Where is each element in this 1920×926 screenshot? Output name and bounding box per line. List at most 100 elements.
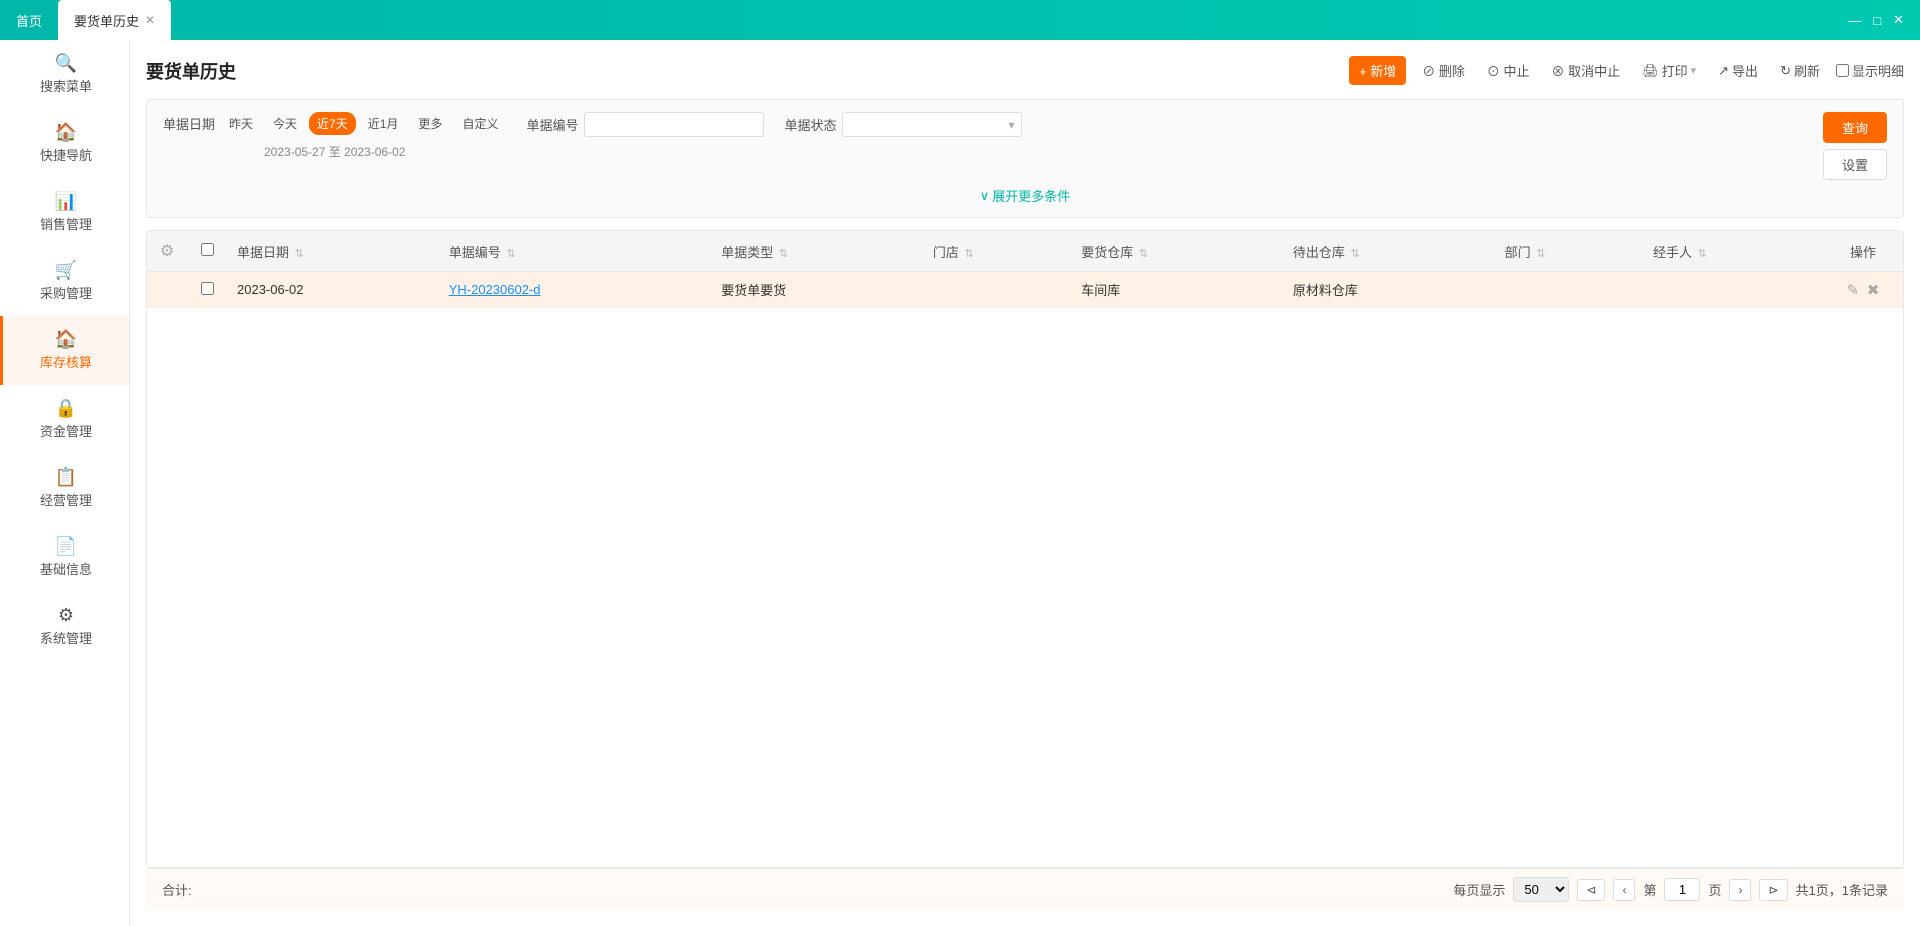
table-footer: 合计: 每页显示 50 20 100 ⊲ ‹ 第 页 › ⊳ 共1页，1条记录 [146,868,1904,910]
col-handler[interactable]: 经手人 ⇅ [1643,231,1823,272]
next-page-btn[interactable]: › [1729,879,1751,901]
sort-icon-doc-type: ⇅ [779,248,788,260]
doc-num-input[interactable] [584,112,764,137]
sidebar-item-quick-nav[interactable]: 🏠 快捷导航 [0,109,129,178]
sidebar: 🔍 搜索菜单 🏠 快捷导航 📊 销售管理 🛒 采购管理 🏠 库存核算 🔒 资金管… [0,40,130,926]
tab-close-icon[interactable]: ✕ [145,13,155,27]
row-doc-type: 要货单要货 [711,272,923,308]
add-button[interactable]: + 新增 [1349,56,1406,85]
date-btn-custom[interactable]: 自定义 [454,112,506,135]
quick-nav-icon: 🏠 [55,123,77,141]
date-filter-group: 单据日期 昨天 今天 近7天 近1月 更多 自定义 2023-05-27 至 2… [163,112,506,160]
export-icon: ↗ [1718,63,1729,79]
last-page-btn[interactable]: ⊳ [1759,879,1787,901]
col-doc-date[interactable]: 单据日期 ⇅ [227,231,439,272]
tab-requisition-history[interactable]: 要货单历史 ✕ [58,0,171,40]
row-department [1495,272,1643,308]
prev-page-btn[interactable]: ‹ [1613,879,1635,901]
tab-home[interactable]: 首页 [0,0,58,40]
col-pending-warehouse[interactable]: 待出仓库 ⇅ [1283,231,1495,272]
sort-icon-pending-warehouse: ⇅ [1351,248,1360,260]
row-ops: ✎ ✖ [1823,272,1903,308]
per-page-label: 每页显示 [1453,880,1505,899]
page-input[interactable] [1664,878,1700,901]
export-button[interactable]: ↗ 导出 [1712,57,1764,84]
date-btn-more[interactable]: 更多 [410,112,450,135]
expand-filter-btn[interactable]: ∨ 展开更多条件 [163,186,1887,205]
search-menu-icon: 🔍 [55,54,77,72]
doc-num-link[interactable]: YH-20230602-d [449,282,541,297]
sidebar-item-basic-info[interactable]: 📄 基础信息 [0,523,129,592]
col-ops: 操作 [1823,231,1903,272]
basic-info-icon: 📄 [55,537,77,555]
tab-bar: 首页 要货单历史 ✕ [0,0,1832,40]
print-button[interactable]: 🖨 打印 ▾ [1636,57,1702,84]
total-records: 共1页，1条记录 [1796,880,1888,899]
sidebar-item-sales-mgmt[interactable]: 📊 销售管理 [0,178,129,247]
row-delete-icon[interactable]: ✖ [1867,282,1880,299]
refresh-icon: ↻ [1780,63,1791,79]
row-req-warehouse: 车间库 [1071,272,1283,308]
top-bar: 首页 要货单历史 ✕ — □ ✕ [0,0,1920,40]
select-all-checkbox[interactable] [201,243,214,256]
date-btn-yesterday[interactable]: 昨天 [221,112,261,135]
col-doc-type[interactable]: 单据类型 ⇅ [711,231,923,272]
print-dropdown-icon: ▾ [1691,64,1697,77]
ops-mgmt-icon: 📋 [55,468,77,486]
col-req-warehouse[interactable]: 要货仓库 ⇅ [1071,231,1283,272]
total-label: 合计: [162,880,192,899]
inventory-calc-icon: 🏠 [55,330,77,348]
main-layout: 🔍 搜索菜单 🏠 快捷导航 📊 销售管理 🛒 采购管理 🏠 库存核算 🔒 资金管… [0,40,1920,926]
finance-mgmt-icon: 🔒 [55,399,77,417]
col-settings[interactable]: ⚙ [147,231,187,272]
stop-button[interactable]: ⊙ 中止 [1481,57,1536,84]
sidebar-item-finance-mgmt[interactable]: 🔒 资金管理 [0,385,129,454]
delete-button[interactable]: ⊘ 删除 [1416,57,1471,84]
sidebar-item-sys-mgmt[interactable]: ⚙ 系统管理 [0,592,129,661]
date-btn-1month[interactable]: 近1月 [360,112,407,135]
row-checkbox[interactable] [201,282,214,295]
close-icon[interactable]: ✕ [1893,12,1904,28]
sort-icon-handler: ⇅ [1698,248,1707,260]
filter-action-buttons: 查询 设置 [1823,112,1887,180]
row-edit-icon[interactable]: ✎ [1847,282,1860,299]
table-row: 2023-06-02 YH-20230602-d 要货单要货 车间库 原材料仓库… [147,272,1903,308]
sidebar-item-purchase-mgmt[interactable]: 🛒 采购管理 [0,247,129,316]
sidebar-item-inventory-calc[interactable]: 🏠 库存核算 [0,316,129,385]
cancel-stop-button[interactable]: ⊗ 取消中止 [1545,57,1626,84]
status-filter-label: 单据状态 [784,115,836,134]
doc-num-filter-label: 单据编号 [526,115,578,134]
settings-gear-icon[interactable]: ⚙ [160,243,174,260]
purchase-mgmt-icon: 🛒 [55,261,77,279]
show-detail-toggle[interactable]: 显示明细 [1836,61,1904,80]
refresh-button[interactable]: ↻ 刷新 [1774,57,1826,84]
first-page-btn[interactable]: ⊲ [1577,879,1605,901]
table-header-row: ⚙ 单据日期 ⇅ 单据编号 ⇅ [147,231,1903,272]
sidebar-item-ops-mgmt[interactable]: 📋 经营管理 [0,454,129,523]
status-select[interactable] [842,112,1022,137]
row-handler [1643,272,1823,308]
col-department[interactable]: 部门 ⇅ [1495,231,1643,272]
row-pending-warehouse: 原材料仓库 [1283,272,1495,308]
page-header: 要货单历史 + 新增 ⊘ 删除 ⊙ 中止 ⊗ 取消中止 🖨 打印 ▾ ↗ 导出 … [146,56,1904,85]
status-filter-group: 单据状态 [784,112,1022,137]
col-doc-num[interactable]: 单据编号 ⇅ [439,231,711,272]
date-btn-7days[interactable]: 近7天 [309,112,356,135]
filter-settings-button[interactable]: 设置 [1823,149,1887,180]
page-suffix: 页 [1708,880,1721,899]
show-detail-checkbox[interactable] [1836,64,1849,77]
sys-mgmt-icon: ⚙ [58,606,74,624]
date-btn-today[interactable]: 今天 [265,112,305,135]
sidebar-item-search-menu[interactable]: 🔍 搜索菜单 [0,40,129,109]
maximize-icon[interactable]: □ [1873,13,1881,28]
row-checkbox-cell [187,272,227,308]
minimize-icon[interactable]: — [1848,13,1861,28]
page-title: 要货单历史 [146,58,236,84]
sort-icon-department: ⇅ [1536,248,1545,260]
per-page-select[interactable]: 50 20 100 [1513,877,1569,902]
col-store[interactable]: 门店 ⇅ [923,231,1071,272]
date-filter-label: 单据日期 [163,114,215,133]
sort-icon-req-warehouse: ⇅ [1139,248,1148,260]
row-doc-date: 2023-06-02 [227,272,439,308]
query-button[interactable]: 查询 [1823,112,1887,143]
